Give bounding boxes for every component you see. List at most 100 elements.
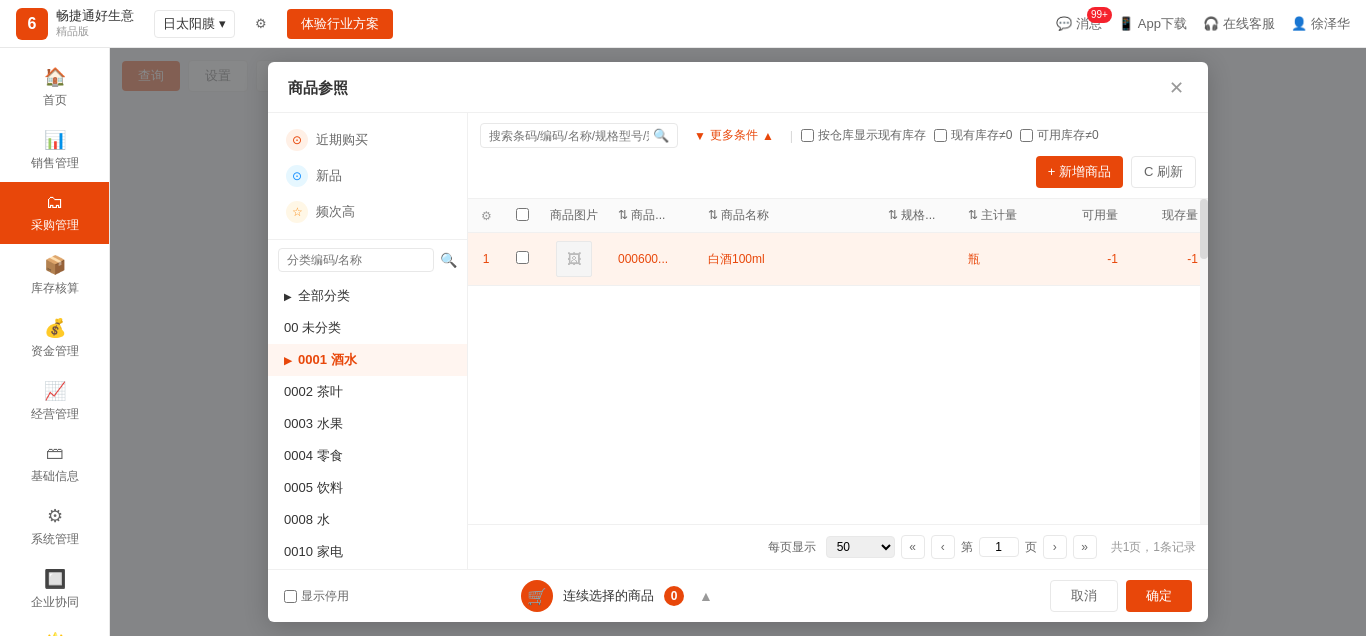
recent-purchases-btn[interactable]: ⊙ 近期购买 (278, 123, 457, 157)
show-disabled-checkbox[interactable]: 显示停用 (284, 588, 349, 605)
pagination: 每页显示 50 100 200 « ‹ 第 页 › (468, 524, 1208, 569)
table-row[interactable]: 1 🖼 (468, 233, 1208, 286)
logo-area: 6 畅捷通好生意 精品版 (16, 8, 134, 40)
sidebar-item-basic[interactable]: 🗃 基础信息 (0, 433, 109, 495)
cat-tea[interactable]: 0002 茶叶 (268, 376, 467, 408)
cat-all[interactable]: ▶ 全部分类 (268, 280, 467, 312)
scroll-thumb[interactable] (1200, 199, 1208, 259)
sidebar-item-guide[interactable]: 🌟 新手引导 (0, 621, 109, 636)
cat-liquor[interactable]: ▶ 0001 酒水 (268, 344, 467, 376)
gear-icon[interactable]: ⚙ (247, 10, 275, 38)
message-icon[interactable]: 💬 消息 99 (1056, 15, 1102, 33)
cat-fruit[interactable]: 0003 水果 (268, 408, 467, 440)
user-avatar[interactable]: 👤 徐泽华 (1291, 15, 1350, 33)
freq-icon: ☆ (286, 201, 308, 223)
toolbar-right: + 新增商品 C 刷新 (1036, 156, 1196, 188)
th-name[interactable]: ⇅ 商品名称 (698, 199, 878, 233)
products-table-element: ⚙ 商品图片 ⇅ 商品... (468, 199, 1208, 286)
next-page-btn[interactable]: › (1043, 535, 1067, 559)
logo-icon: 6 (16, 8, 48, 40)
inventory-icon: 📦 (44, 254, 66, 276)
sales-icon: 📊 (44, 129, 66, 151)
sidebar-item-inventory[interactable]: 📦 库存核算 (0, 244, 109, 307)
row-img: 🖼 (540, 233, 608, 286)
product-panel: 🔍 ▼ 更多条件 ▲ | 按仓库显示现有库存 (468, 113, 1208, 569)
sidebar-item-system[interactable]: ⚙ 系统管理 (0, 495, 109, 558)
th-img: 商品图片 (540, 199, 608, 233)
main-content: 查询 设置 刷新 商品参照 ✕ ⊙ (110, 48, 1366, 636)
row-code: 000600... (608, 233, 698, 286)
home-icon: 🏠 (44, 66, 66, 88)
settings-col-icon[interactable]: ⚙ (481, 209, 492, 223)
experience-btn[interactable]: 体验行业方案 (287, 9, 393, 39)
sidebar-item-finance[interactable]: 💰 资金管理 (0, 307, 109, 370)
table-body: 1 🖼 (468, 233, 1208, 286)
category-search: 🔍 (268, 248, 467, 280)
system-icon: ⚙ (47, 505, 63, 527)
sidebar-item-enterprise[interactable]: 🔲 企业协同 (0, 558, 109, 621)
page-size-select[interactable]: 50 100 200 (826, 536, 895, 558)
sidebar-item-sales[interactable]: 📊 销售管理 (0, 119, 109, 182)
th-checkbox (504, 199, 540, 233)
footer-right: 取消 确定 (1050, 580, 1192, 612)
th-spec[interactable]: ⇅ 规格... (878, 199, 958, 233)
frequent-btn[interactable]: ☆ 频次高 (278, 195, 457, 229)
th-avail: 可用量 (1038, 199, 1128, 233)
page-number-input[interactable] (979, 537, 1019, 557)
sidebar-item-home[interactable]: 🏠 首页 (0, 56, 109, 119)
row-unit: 瓶 (958, 233, 1038, 286)
row-stock: -1 (1128, 233, 1208, 286)
cat-appliance[interactable]: 0010 家电 (268, 536, 467, 568)
confirm-btn[interactable]: 确定 (1126, 580, 1192, 612)
modal-close-btn[interactable]: ✕ (1164, 76, 1188, 100)
cat-uncategorized[interactable]: 00 未分类 (268, 312, 467, 344)
th-code[interactable]: ⇅ 商品... (608, 199, 698, 233)
product-search-input[interactable] (489, 129, 649, 143)
select-all-checkbox[interactable] (516, 208, 529, 221)
sidebar: 🏠 首页 📊 销售管理 🗂 采购管理 📦 库存核算 💰 资金管理 📈 经营管理 … (0, 48, 110, 636)
category-search-input[interactable] (278, 248, 434, 272)
guide-icon: 🌟 (44, 631, 66, 636)
filter-btn[interactable]: ▼ 更多条件 ▲ (686, 123, 782, 148)
cat-snack[interactable]: 0004 零食 (268, 440, 467, 472)
recent-icon: ⊙ (286, 129, 308, 151)
quick-buttons: ⊙ 近期购买 ⊙ 新品 ☆ 频次高 (268, 123, 467, 240)
cart-icon-btn[interactable]: 🛒 (521, 580, 553, 612)
online-service[interactable]: 🎧 在线客服 (1203, 15, 1275, 33)
arrow-icon: ▶ (284, 291, 292, 302)
row-checkbox[interactable] (504, 233, 540, 286)
nav-selector[interactable]: 日太阳膜 ▾ (154, 10, 235, 38)
cat-drink[interactable]: 0005 饮料 (268, 472, 467, 504)
sidebar-item-operation[interactable]: 📈 经营管理 (0, 370, 109, 433)
row-spec (878, 233, 958, 286)
search-icon[interactable]: 🔍 (653, 128, 669, 143)
cart-icon: 🛒 (527, 587, 547, 606)
cat-water[interactable]: 0008 水 (268, 504, 467, 536)
new-icon: ⊙ (286, 165, 308, 187)
last-page-btn[interactable]: » (1073, 535, 1097, 559)
new-products-btn[interactable]: ⊙ 新品 (278, 159, 457, 193)
prev-page-btn[interactable]: ‹ (931, 535, 955, 559)
category-search-icon[interactable]: 🔍 (440, 252, 457, 268)
product-search-box: 🔍 (480, 123, 678, 148)
product-image: 🖼 (556, 241, 592, 277)
modal-header: 商品参照 ✕ (268, 62, 1208, 113)
app-download[interactable]: 📱 App下载 (1118, 15, 1187, 33)
cancel-btn[interactable]: 取消 (1050, 580, 1118, 612)
message-badge: 99 (1087, 7, 1112, 23)
purchase-icon: 🗂 (46, 192, 64, 213)
checkbox-warehouse-stock[interactable]: 按仓库显示现有库存 (801, 127, 926, 144)
modal-footer: 显示停用 🛒 连续选择的商品 0 ▲ 取消 确定 (268, 569, 1208, 622)
refresh-btn[interactable]: C 刷新 (1131, 156, 1196, 188)
add-product-btn[interactable]: + 新增商品 (1036, 156, 1123, 188)
th-unit[interactable]: ⇅ 主计量 (958, 199, 1038, 233)
sidebar-item-purchase[interactable]: 🗂 采购管理 (0, 182, 109, 244)
row-name: 白酒100ml (698, 233, 878, 286)
footer-collapse-btn[interactable]: ▲ (694, 584, 718, 608)
page-info: 共1页，1条记录 (1111, 539, 1196, 556)
checkbox-avail-nonzero[interactable]: 现有库存≠0 (934, 127, 1012, 144)
modal-title: 商品参照 (288, 79, 348, 98)
checkbox-can-use-nonzero[interactable]: 可用库存≠0 (1020, 127, 1098, 144)
first-page-btn[interactable]: « (901, 535, 925, 559)
enterprise-icon: 🔲 (44, 568, 66, 590)
